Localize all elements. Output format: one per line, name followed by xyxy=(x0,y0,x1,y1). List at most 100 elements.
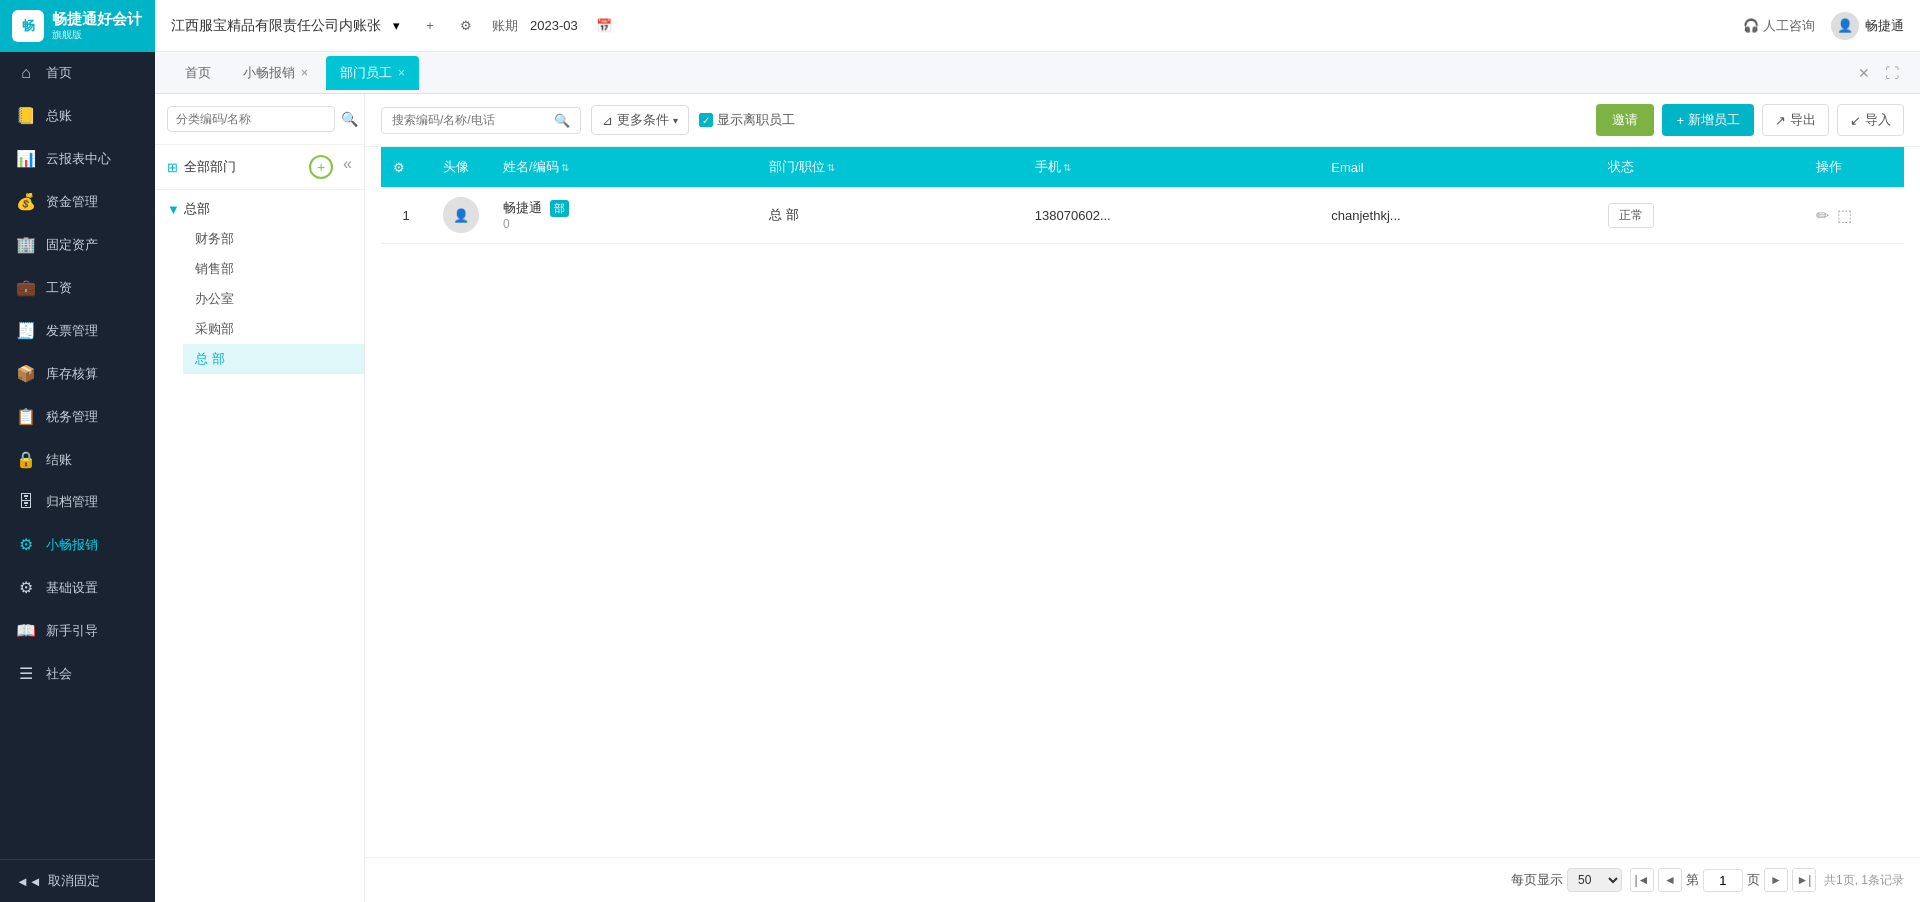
tab-home[interactable]: 首页 xyxy=(171,56,225,90)
tab-dept-label: 部门员工 xyxy=(340,64,392,82)
funds-icon: 💰 xyxy=(16,192,36,211)
unpin-button[interactable]: ◄◄ 取消固定 xyxy=(0,859,155,902)
page-text: 第 xyxy=(1686,871,1699,889)
tab-dept[interactable]: 部门员工 × xyxy=(326,56,419,90)
filter-label: 更多条件 xyxy=(617,111,669,129)
col-status: 状态 xyxy=(1596,147,1804,187)
dept-sort-icon: ⇅ xyxy=(827,162,835,173)
support-button[interactable]: 🎧 人工咨询 xyxy=(1743,17,1815,35)
tax-icon: 📋 xyxy=(16,407,36,426)
dept-search-icon[interactable]: 🔍 xyxy=(341,111,358,127)
sidebar-label-tax: 税务管理 xyxy=(46,408,98,426)
tab-xiaochang-label: 小畅报销 xyxy=(243,64,295,82)
add-book-button[interactable]: + xyxy=(416,12,444,40)
sidebar-item-payroll[interactable]: 💼 工资 xyxy=(0,266,155,309)
tabs-bar: 首页 小畅报销 × 部门员工 × ✕ ⛶ xyxy=(155,52,1920,94)
row-avatar: 👤 xyxy=(431,187,491,244)
show-resigned-checkbox[interactable]: ✓ xyxy=(699,113,713,127)
import-button[interactable]: ↙ 导入 xyxy=(1837,104,1904,136)
tab-xiaochang-close[interactable]: × xyxy=(301,66,308,80)
user-info[interactable]: 👤 畅捷通 xyxy=(1831,12,1904,40)
sidebar-item-tax[interactable]: 📋 税务管理 xyxy=(0,395,155,438)
edit-button[interactable]: ✏ xyxy=(1816,206,1829,225)
dept-item-sales[interactable]: 销售部 xyxy=(183,254,364,284)
calendar-button[interactable]: 📅 xyxy=(590,12,618,40)
sidebar-item-guide[interactable]: 📖 新手引导 xyxy=(0,609,155,652)
pagination: 每页显示 50 20 100 |◄ ◄ 第 页 ► ►| 共1页, 1条 xyxy=(365,857,1920,902)
emp-tag: 部 xyxy=(550,200,569,217)
dept-header-actions: + « xyxy=(309,155,352,179)
col-dept[interactable]: 部门/职位⇅ xyxy=(757,147,1023,187)
dept-tree: ▼ 总部 财务部 销售部 办公室 采购部 总 部 xyxy=(155,190,364,902)
sidebar-item-xiaochang[interactable]: ⚙ 小畅报销 xyxy=(0,523,155,566)
logout-button[interactable]: ⬚ xyxy=(1837,206,1852,225)
dept-search-input[interactable] xyxy=(167,106,335,132)
col-settings[interactable]: ⚙ xyxy=(381,147,431,187)
show-resigned-label: 显示离职员工 xyxy=(717,111,795,129)
page-nav: |◄ ◄ 第 页 ► ►| xyxy=(1630,868,1816,892)
dept-search-bar: 🔍 xyxy=(155,94,364,145)
tab-xiaochang[interactable]: 小畅报销 × xyxy=(229,56,322,90)
sidebar-item-inventory[interactable]: 📦 库存核算 xyxy=(0,352,155,395)
content-area: 🔍 ⊞ 全部部门 + « ▼ 总部 财务部 销售部 办公室 xyxy=(155,94,1920,902)
col-phone[interactable]: 手机⇅ xyxy=(1023,147,1319,187)
page-next-button[interactable]: ► xyxy=(1764,868,1788,892)
headset-icon: 🎧 xyxy=(1743,18,1759,33)
sidebar-item-funds[interactable]: 💰 资金管理 xyxy=(0,180,155,223)
more-icon: ☰ xyxy=(16,664,36,683)
export-button[interactable]: ↗ 导出 xyxy=(1762,104,1829,136)
inventory-icon: 📦 xyxy=(16,364,36,383)
filter-icon: ⊿ xyxy=(602,113,613,128)
import-label: 导入 xyxy=(1865,111,1891,129)
dept-item-purchase[interactable]: 采购部 xyxy=(183,314,364,344)
page-prev-button[interactable]: ◄ xyxy=(1658,868,1682,892)
name-sort-icon: ⇅ xyxy=(561,162,569,173)
sidebar-item-home[interactable]: ⌂ 首页 xyxy=(0,52,155,94)
sidebar-item-fixed-assets[interactable]: 🏢 固定资产 xyxy=(0,223,155,266)
ledger-icon: 📒 xyxy=(16,106,36,125)
add-employee-button[interactable]: + 新增员工 xyxy=(1662,104,1754,136)
avatar-icon: 👤 xyxy=(1837,18,1853,33)
sidebar-item-archive[interactable]: 🗄 归档管理 xyxy=(0,481,155,523)
user-name: 畅捷通 xyxy=(1865,17,1904,35)
dept-item-general[interactable]: 总 部 xyxy=(183,344,364,374)
tab-dept-close[interactable]: × xyxy=(398,66,405,80)
dept-header-label: 全部部门 xyxy=(184,158,236,176)
close-tab-button[interactable]: ✕ xyxy=(1852,61,1876,85)
sidebar-label-invoice: 发票管理 xyxy=(46,322,98,340)
sidebar-item-reports[interactable]: 📊 云报表中心 xyxy=(0,137,155,180)
topbar-right: 🎧 人工咨询 👤 畅捷通 xyxy=(1743,12,1904,40)
topbar: 江西服宝精品有限责任公司内账张 ▾ + ⚙ 账期 2023-03 📅 🎧 人工咨… xyxy=(155,0,1920,52)
sidebar-label-home: 首页 xyxy=(46,64,72,82)
dept-item-finance[interactable]: 财务部 xyxy=(183,224,364,254)
settings-button[interactable]: ⚙ xyxy=(452,12,480,40)
sidebar-item-ledger[interactable]: 📒 总账 xyxy=(0,94,155,137)
employee-search-input[interactable] xyxy=(392,113,548,127)
sidebar-item-invoice[interactable]: 🧾 发票管理 xyxy=(0,309,155,352)
company-dropdown[interactable]: ▾ xyxy=(393,18,400,33)
page-number-input[interactable] xyxy=(1703,869,1743,892)
app-name: 畅捷通好会计 旗舰版 xyxy=(52,10,142,42)
emp-code: 0 xyxy=(503,217,745,231)
sidebar-item-more[interactable]: ☰ 社会 xyxy=(0,652,155,695)
show-resigned-toggle[interactable]: ✓ 显示离职员工 xyxy=(699,111,795,129)
page-last-button[interactable]: ►| xyxy=(1792,868,1816,892)
phone-sort-icon: ⇅ xyxy=(1063,162,1071,173)
invite-button[interactable]: 邀请 xyxy=(1596,104,1654,136)
sidebar-item-closing[interactable]: 🔒 结账 xyxy=(0,438,155,481)
maximize-tab-button[interactable]: ⛶ xyxy=(1880,61,1904,85)
dept-item-office[interactable]: 办公室 xyxy=(183,284,364,314)
row-status: 正常 xyxy=(1596,187,1804,244)
guide-icon: 📖 xyxy=(16,621,36,640)
sidebar-label-more: 社会 xyxy=(46,665,72,683)
page-first-button[interactable]: |◄ xyxy=(1630,868,1654,892)
employee-search-icon[interactable]: 🔍 xyxy=(554,113,570,128)
sidebar-item-basic-settings[interactable]: ⚙ 基础设置 xyxy=(0,566,155,609)
dept-collapse-button[interactable]: « xyxy=(343,155,352,179)
dept-add-button[interactable]: + xyxy=(309,155,333,179)
sidebar-label-closing: 结账 xyxy=(46,451,72,469)
col-name[interactable]: 姓名/编码⇅ xyxy=(491,147,757,187)
per-page-dropdown[interactable]: 50 20 100 xyxy=(1567,868,1622,892)
filter-button[interactable]: ⊿ 更多条件 ▾ xyxy=(591,105,689,135)
dept-group-label-text: 总部 xyxy=(184,200,210,218)
